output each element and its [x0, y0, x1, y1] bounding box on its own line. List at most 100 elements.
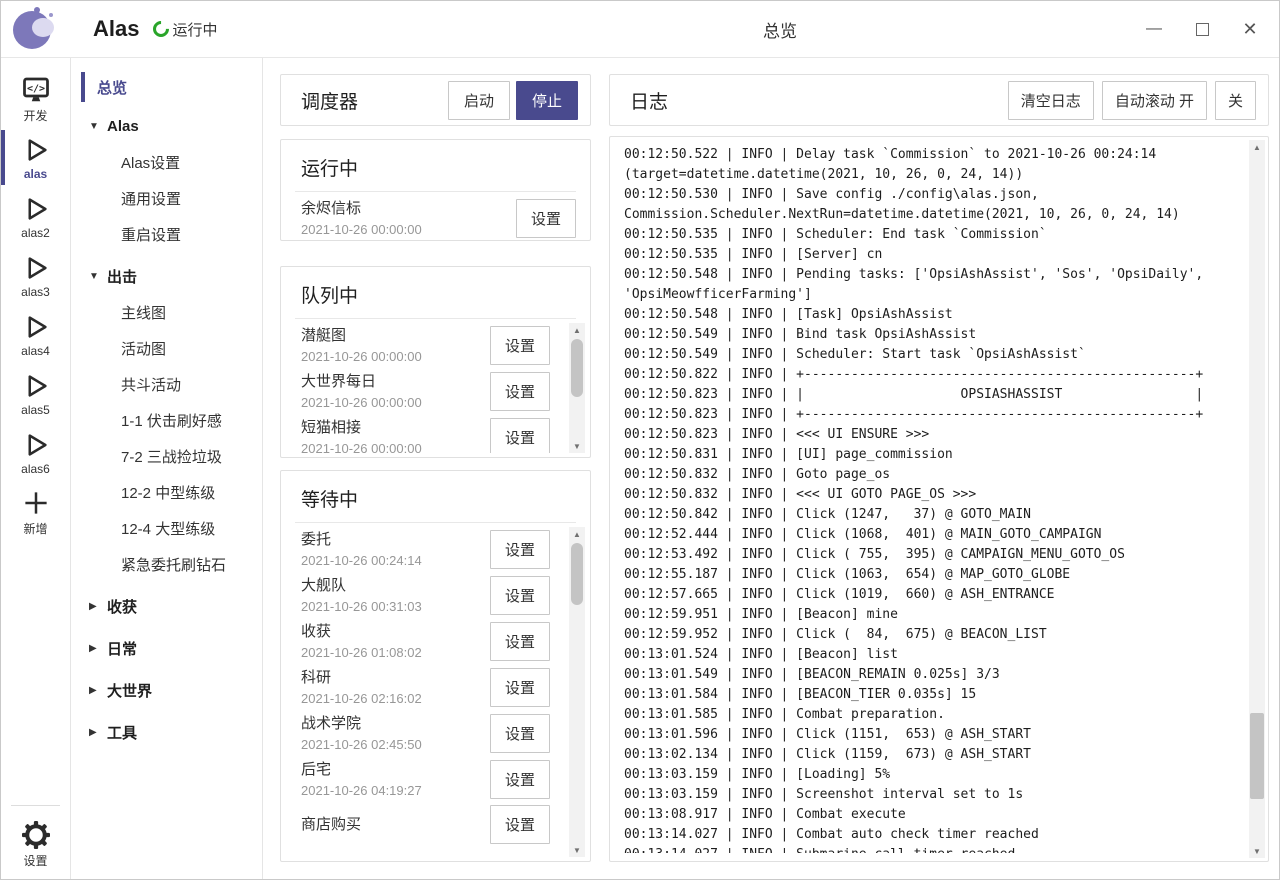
sidebar-item[interactable]: Alas设置 [71, 144, 262, 180]
minimize-button[interactable]: — [1145, 20, 1163, 38]
sidebar-section-label: 日常 [107, 638, 137, 659]
task-setting-button[interactable]: 设置 [490, 760, 550, 799]
task-name: 后宅 [301, 759, 490, 781]
task-setting-button[interactable]: 设置 [490, 576, 550, 615]
log-line: 00:13:01.596 | INFO | Click (1151, 653) … [624, 725, 1238, 745]
scroll-down-arrow[interactable]: ▼ [569, 843, 585, 857]
task-name: 短猫相接 [301, 417, 490, 439]
pending-scrollbar[interactable]: ▲ ▼ [569, 323, 585, 453]
sidebar-item[interactable]: 紧急委托刷钻石 [71, 546, 262, 582]
task-setting-button[interactable]: 设置 [490, 714, 550, 753]
scrollbar-thumb[interactable] [1250, 713, 1264, 799]
running-card: 运行中 余烬信标 2021-10-26 00:00:00 设置 [280, 139, 591, 241]
task-setting-button[interactable]: 设置 [490, 418, 550, 453]
scheduler-stop-button[interactable]: 停止 [516, 81, 578, 120]
log-line: 00:12:50.823 | INFO | | OPSIASHASSIST | [624, 385, 1238, 405]
sidebar-item[interactable]: 12-4 大型练级 [71, 510, 262, 546]
rail-item-alas5[interactable]: alas5 [1, 364, 70, 423]
task-setting-button[interactable]: 设置 [490, 622, 550, 661]
rail-item-label: alas5 [21, 403, 50, 417]
log-scrollbar[interactable]: ▲ ▼ [1249, 140, 1265, 858]
task-row: 后宅 2021-10-26 04:19:27 设置 [301, 759, 550, 800]
sidebar-item[interactable]: 通用设置 [71, 180, 262, 216]
sidebar-section-header[interactable]: ▶ 收获 [71, 588, 262, 624]
log-line: 00:12:50.535 | INFO | [Server] cn [624, 245, 1238, 265]
rail-item-alas4[interactable]: alas4 [1, 305, 70, 364]
sidebar-item[interactable]: 活动图 [71, 330, 262, 366]
rail-item-新增[interactable]: 新增 [1, 482, 70, 541]
log-line: 00:13:03.159 | INFO | Screenshot interva… [624, 785, 1238, 805]
log-output: 00:12:50.522 | INFO | Delay task `Commis… [624, 145, 1238, 853]
sidebar-section-header[interactable]: ▶ 大世界 [71, 672, 262, 708]
rail-item-alas6[interactable]: alas6 [1, 423, 70, 482]
scheduler-start-button[interactable]: 启动 [448, 81, 510, 120]
sidebar-section-header[interactable]: ▼ 出击 [71, 258, 262, 294]
sidebar-item-overview[interactable]: 总览 [81, 72, 262, 102]
waiting-scrollbar[interactable]: ▲ ▼ [569, 527, 585, 857]
log-line: 00:13:08.917 | INFO | Combat execute [624, 805, 1238, 825]
sidebar-section-header[interactable]: ▶ 日常 [71, 630, 262, 666]
maximize-button[interactable] [1193, 20, 1211, 38]
autoscroll-toggle-button[interactable]: 自动滚动 开 [1102, 81, 1207, 120]
sidebar-section-label: 大世界 [107, 680, 152, 701]
running-spinner-icon [150, 18, 173, 41]
task-setting-button[interactable]: 设置 [490, 668, 550, 707]
rail-item-alas3[interactable]: alas3 [1, 246, 70, 305]
chevron-icon: ▶ [89, 685, 107, 696]
scroll-down-arrow[interactable]: ▼ [1249, 844, 1265, 858]
task-next-run-time: 2021-10-26 02:16:02 [301, 689, 490, 708]
scroll-up-arrow[interactable]: ▲ [1249, 140, 1265, 154]
rail-item-alas[interactable]: alas [1, 128, 70, 187]
sidebar-section-header[interactable]: ▶ 工具 [71, 714, 262, 750]
task-next-run-time: 2021-10-26 02:45:50 [301, 735, 490, 754]
task-setting-button[interactable]: 设置 [490, 530, 550, 569]
sidebar-section-header[interactable]: ▼ Alas [71, 108, 262, 144]
log-line: 00:12:53.492 | INFO | Click ( 755, 395) … [624, 545, 1238, 565]
rail-item-alas2[interactable]: alas2 [1, 187, 70, 246]
play-icon [21, 252, 51, 284]
rail-item-label: alas3 [21, 285, 50, 299]
waiting-title: 等待中 [301, 485, 570, 512]
task-name: 科研 [301, 667, 490, 689]
sidebar-item[interactable]: 主线图 [71, 294, 262, 330]
chevron-icon: ▶ [89, 601, 107, 612]
rail-item-label: 新增 [23, 520, 47, 537]
task-setting-button[interactable]: 设置 [490, 805, 550, 844]
task-setting-button[interactable]: 设置 [490, 372, 550, 411]
pending-card: 队列中 潜艇图 2021-10-26 00:00:00 设置 大世界每日 202… [280, 266, 591, 458]
task-setting-button[interactable]: 设置 [516, 199, 576, 238]
task-row: 委托 2021-10-26 00:24:14 设置 [301, 529, 550, 570]
status-label: 运行中 [172, 19, 217, 40]
task-name: 大舰队 [301, 575, 490, 597]
scroll-down-arrow[interactable]: ▼ [569, 439, 585, 453]
running-title: 运行中 [301, 154, 570, 181]
log-line: Commission.Scheduler.NextRun=datetime.da… [624, 205, 1238, 225]
sidebar-item[interactable]: 1-1 伏击刷好感 [71, 402, 262, 438]
scrollbar-thumb[interactable] [571, 339, 583, 397]
scroll-up-arrow[interactable]: ▲ [569, 527, 585, 541]
rail-item-开发[interactable]: </> 开发 [1, 69, 70, 128]
sidebar-section-label: Alas [107, 118, 139, 135]
sidebar-item[interactable]: 重启设置 [71, 216, 262, 252]
close-button[interactable]: ✕ [1241, 20, 1259, 38]
task-setting-button[interactable]: 设置 [490, 326, 550, 365]
scrollbar-thumb[interactable] [571, 543, 583, 605]
log-line: 00:12:50.549 | INFO | Bind task OpsiAshA… [624, 325, 1238, 345]
task-row: 收获 2021-10-26 01:08:02 设置 [301, 621, 550, 662]
maximize-icon [1196, 23, 1209, 36]
task-row: 大世界每日 2021-10-26 00:00:00 设置 [301, 371, 550, 412]
sidebar-item[interactable]: 7-2 三战捡垃圾 [71, 438, 262, 474]
rail-item-settings[interactable]: 设置 [1, 814, 70, 873]
task-next-run-time: 2021-10-26 00:24:14 [301, 551, 490, 570]
sidebar-item[interactable]: 12-2 中型练级 [71, 474, 262, 510]
log-line: 00:12:57.665 | INFO | Click (1019, 660) … [624, 585, 1238, 605]
task-name: 潜艇图 [301, 325, 490, 347]
task-name: 余烬信标 [301, 198, 516, 220]
log-line: 00:12:50.832 | INFO | <<< UI GOTO PAGE_O… [624, 485, 1238, 505]
log-title: 日志 [630, 87, 1000, 114]
log-close-button[interactable]: 关 [1215, 81, 1256, 120]
scroll-up-arrow[interactable]: ▲ [569, 323, 585, 337]
clear-log-button[interactable]: 清空日志 [1008, 81, 1094, 120]
rail-item-label: alas2 [21, 226, 50, 240]
sidebar-item[interactable]: 共斗活动 [71, 366, 262, 402]
